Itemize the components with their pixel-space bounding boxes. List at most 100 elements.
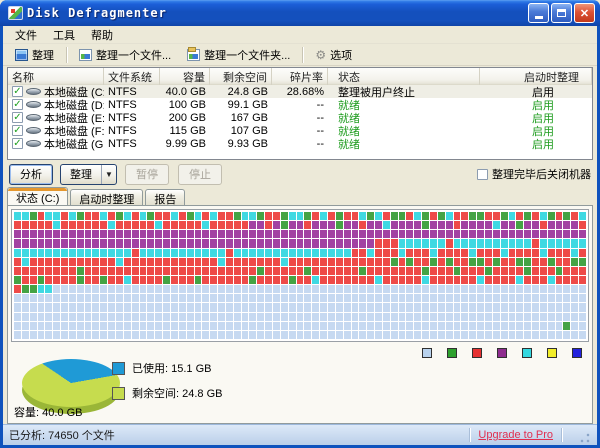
map-cell (509, 239, 516, 247)
map-cell (108, 303, 115, 311)
map-cell (61, 239, 68, 247)
toolbar-button[interactable]: 整理一个文件... (71, 44, 179, 66)
map-cell (100, 331, 107, 339)
map-cell (273, 258, 280, 266)
map-cell (297, 322, 304, 330)
map-cell (438, 239, 445, 247)
defrag-button[interactable]: 整理 (61, 165, 101, 184)
map-cell (540, 322, 547, 330)
shutdown-checkbox[interactable] (477, 169, 488, 180)
map-cell (563, 212, 570, 220)
map-cell (336, 331, 343, 339)
map-cell (155, 249, 162, 257)
toolbar-button[interactable]: 整理一个文件夹... (179, 44, 298, 66)
map-cell (45, 239, 52, 247)
map-cell (147, 276, 154, 284)
toolbar-button[interactable]: ⚙选项 (307, 44, 360, 66)
map-cell (53, 239, 60, 247)
drive-checkbox[interactable]: ✓ (12, 125, 23, 136)
map-cell (257, 294, 264, 302)
menu-item[interactable]: 文件 (7, 25, 45, 45)
map-cell (187, 249, 194, 257)
map-cell (399, 221, 406, 229)
map-cell (242, 285, 249, 293)
map-cell (320, 267, 327, 275)
map-cell (532, 239, 539, 247)
toolbar-button[interactable]: 整理 (7, 44, 62, 66)
map-cell (501, 331, 508, 339)
map-cell (289, 221, 296, 229)
shutdown-option[interactable]: 整理完毕后关闭机器 (477, 166, 591, 182)
toolbar-button-label: 整理一个文件夹... (204, 47, 290, 63)
map-cell (414, 294, 421, 302)
minimize-button[interactable] (528, 3, 549, 23)
map-cell (77, 249, 84, 257)
map-cell (163, 303, 170, 311)
map-cell (532, 331, 539, 339)
defrag-dropdown-button[interactable]: ▼ (101, 165, 116, 184)
map-cell (501, 285, 508, 293)
map-cell (30, 285, 37, 293)
close-button[interactable]: ✕ (574, 3, 595, 23)
free-legend-label: 剩余空间: 24.8 GB (132, 385, 222, 401)
map-cell (100, 230, 107, 238)
map-cell (249, 285, 256, 293)
upgrade-to-pro-link[interactable]: Upgrade to Pro (478, 429, 553, 441)
map-cell (45, 313, 52, 321)
map-cell (30, 322, 37, 330)
column-header[interactable]: 状态 (328, 68, 480, 85)
column-header[interactable]: 剩余空间 (210, 68, 272, 85)
map-cell (297, 331, 304, 339)
maximize-button[interactable] (551, 3, 572, 23)
filesystem-cell: NTFS (104, 125, 160, 137)
map-cell (328, 276, 335, 284)
map-cell (438, 303, 445, 311)
defrag-split-button[interactable]: 整理 ▼ (60, 164, 117, 185)
map-cell (352, 230, 359, 238)
map-cell (195, 285, 202, 293)
disk-icon (26, 140, 41, 147)
table-row[interactable]: ✓本地磁盘 (G:)NTFS9.99 GB9.93 GB--就绪启用 (8, 137, 592, 150)
map-cell (367, 285, 374, 293)
map-cell (140, 322, 147, 330)
menu-item[interactable]: 帮助 (83, 25, 121, 45)
map-cell (383, 303, 390, 311)
column-header[interactable]: 容量 (160, 68, 210, 85)
tab-报告[interactable]: 报告 (145, 189, 185, 205)
map-cell (438, 313, 445, 321)
map-cell (328, 331, 335, 339)
map-cell (140, 285, 147, 293)
drive-checkbox[interactable]: ✓ (12, 99, 23, 110)
map-cell (61, 258, 68, 266)
map-cell (438, 331, 445, 339)
column-header[interactable]: 文件系统 (104, 68, 160, 85)
map-cell (163, 267, 170, 275)
map-cell (359, 221, 366, 229)
map-cell (38, 258, 45, 266)
tab-状态 (C:)[interactable]: 状态 (C:) (7, 187, 68, 205)
map-cell (30, 331, 37, 339)
drive-checkbox[interactable]: ✓ (12, 112, 23, 123)
column-header[interactable]: 名称 (8, 68, 104, 85)
analyze-button[interactable]: 分析 (9, 164, 53, 185)
resize-grip-icon[interactable] (578, 432, 591, 445)
map-cell (571, 285, 578, 293)
map-cell (461, 303, 468, 311)
map-cell (195, 249, 202, 257)
menu-item[interactable]: 工具 (45, 25, 83, 45)
map-cell (461, 276, 468, 284)
map-cell (571, 322, 578, 330)
drive-checkbox[interactable]: ✓ (12, 138, 23, 149)
tab-启动时整理[interactable]: 启动时整理 (70, 189, 143, 205)
drive-checkbox[interactable]: ✓ (12, 86, 23, 97)
map-cell (524, 303, 531, 311)
titlebar[interactable]: Disk Defragmenter ✕ (0, 0, 600, 26)
map-cell (289, 285, 296, 293)
column-header[interactable]: 启动时整理 (480, 68, 592, 85)
map-cell (422, 303, 429, 311)
map-cell (242, 267, 249, 275)
column-header[interactable]: 碎片率 (272, 68, 328, 85)
map-cell (297, 276, 304, 284)
map-cell (108, 258, 115, 266)
map-cell (391, 331, 398, 339)
